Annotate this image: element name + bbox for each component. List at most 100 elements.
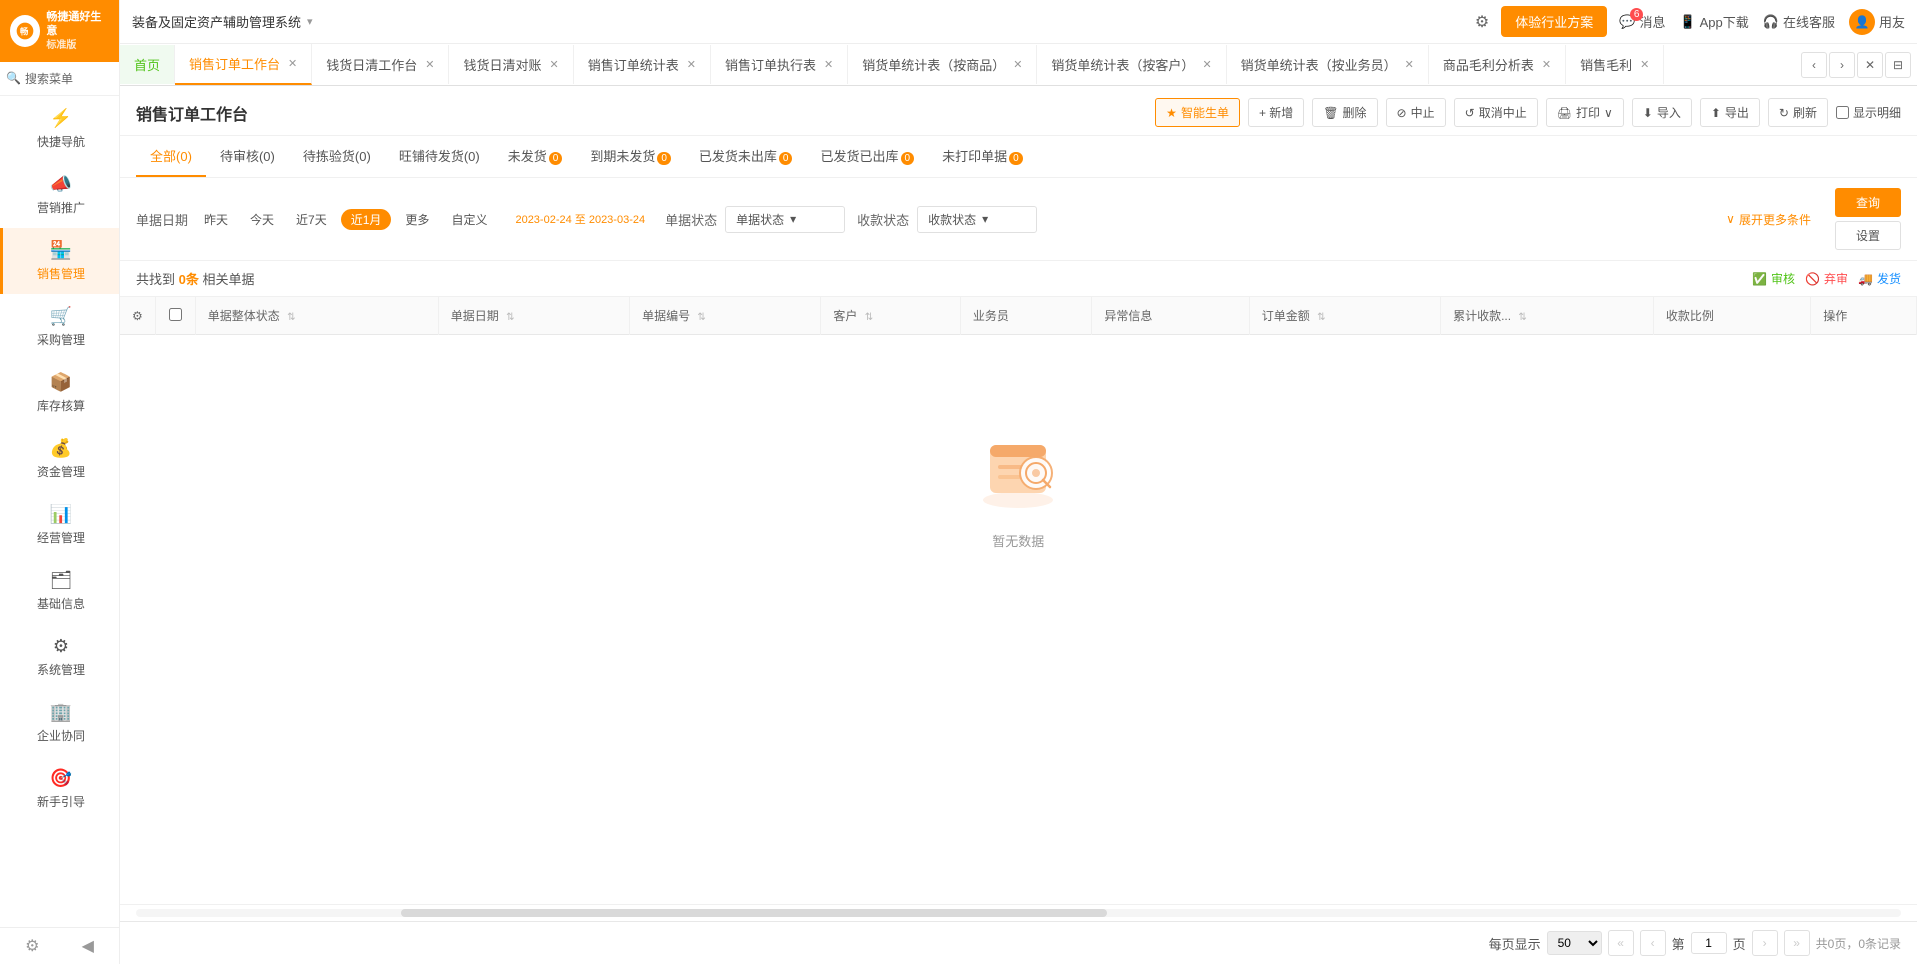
th-settings[interactable]: ⚙ [120, 297, 155, 335]
tab-home[interactable]: 首页 [120, 45, 175, 84]
sidebar-item-quick-nav[interactable]: ⚡ 快捷导航 [0, 96, 119, 162]
sort-icon[interactable]: ⇅ [865, 312, 873, 323]
subtab-not-printed[interactable]: 未打印单据0 [928, 136, 1037, 177]
tab-sales-gross[interactable]: 销售毛利 ✕ [1566, 45, 1664, 84]
sidebar-item-finance[interactable]: 💰 资金管理 [0, 426, 119, 492]
batch-ship-button[interactable]: 🚚 发货 [1858, 270, 1901, 287]
tab-close-icon[interactable]: ✕ [1405, 58, 1414, 71]
stop-button[interactable]: ⊘ 中止 [1386, 98, 1446, 127]
service-item[interactable]: 🎧 在线客服 [1763, 12, 1835, 31]
show-detail-checkbox-label[interactable]: 显示明细 [1836, 104, 1901, 121]
tab-cash-daily[interactable]: 钱货日清工作台 ✕ [312, 45, 449, 84]
tab-sale-stat-staff[interactable]: 销货单统计表（按业务员） ✕ [1227, 45, 1429, 84]
sidebar-item-marketing[interactable]: 📣 营销推广 [0, 162, 119, 228]
tab-prev-btn[interactable]: ‹ [1801, 52, 1827, 78]
page-size-select[interactable]: 10 20 50 100 [1547, 931, 1602, 955]
pagination-next-btn[interactable]: › [1752, 930, 1778, 956]
sort-icon[interactable]: ⇅ [1317, 312, 1325, 323]
filter-settings-button[interactable]: 设置 [1835, 221, 1901, 250]
tab-close-icon[interactable]: ✕ [824, 58, 833, 71]
cancel-stop-button[interactable]: ↺ 取消中止 [1454, 98, 1538, 127]
batch-cancel-review-button[interactable]: 🚫 弃审 [1805, 270, 1848, 287]
sort-icon[interactable]: ⇅ [506, 312, 514, 323]
message-item[interactable]: 💬 6 消息 [1619, 12, 1665, 31]
tab-sale-stat-product[interactable]: 销货单统计表（按商品） ✕ [848, 45, 1037, 84]
user-item[interactable]: 👤 用友 [1849, 9, 1905, 35]
pagination-prev-btn[interactable]: ‹ [1640, 930, 1666, 956]
delete-button[interactable]: 🗑 删除 [1312, 98, 1377, 127]
sidebar-item-enterprise[interactable]: 🏢 企业协同 [0, 690, 119, 756]
export-button[interactable]: ⬆ 导出 [1700, 98, 1760, 127]
show-detail-checkbox[interactable] [1836, 106, 1849, 119]
tab-close-icon[interactable]: ✕ [425, 58, 434, 71]
sidebar-item-inventory[interactable]: 📦 库存核算 [0, 360, 119, 426]
scrollbar-thumb[interactable] [401, 909, 1107, 917]
subtab-not-shipped[interactable]: 未发货0 [494, 136, 577, 177]
date-tag-yesterday[interactable]: 昨天 [196, 208, 236, 231]
date-tag-7days[interactable]: 近7天 [288, 208, 335, 231]
sidebar-item-system[interactable]: ⚙ 系统管理 [0, 624, 119, 690]
expand-filter-button[interactable]: ∨ 展开更多条件 [1726, 211, 1811, 228]
sidebar-item-purchase[interactable]: 🛒 采购管理 [0, 294, 119, 360]
tab-close-icon[interactable]: ✕ [288, 57, 297, 70]
tab-sale-stat-customer[interactable]: 销货单统计表（按客户） ✕ [1037, 45, 1226, 84]
query-button[interactable]: 查询 [1835, 188, 1901, 217]
batch-review-button[interactable]: ✅ 审核 [1752, 270, 1795, 287]
sort-icon[interactable]: ⇅ [287, 312, 295, 323]
pagination-last-btn[interactable]: » [1784, 930, 1810, 956]
add-button[interactable]: + 新增 [1248, 98, 1304, 127]
date-tag-custom[interactable]: 自定义 [443, 208, 495, 231]
print-button[interactable]: 🖨 打印 ∨ [1546, 98, 1624, 127]
th-checkbox[interactable] [155, 297, 195, 335]
app-download-item[interactable]: 📱 App下载 [1679, 12, 1748, 31]
sidebar-collapse-btn[interactable]: ◀ [82, 936, 94, 956]
tab-close-icon[interactable]: ✕ [1013, 58, 1022, 71]
tab-next-btn[interactable]: › [1829, 52, 1855, 78]
tab-close-icon[interactable]: ✕ [1640, 58, 1649, 71]
import-button[interactable]: ⬇ 导入 [1632, 98, 1692, 127]
subtab-pending-review[interactable]: 待审核(0) [206, 136, 289, 177]
pagination-first-btn[interactable]: « [1608, 930, 1634, 956]
subtab-shipped-not-out[interactable]: 已发货未出库0 [685, 136, 807, 177]
payment-filter-select[interactable]: 收款状态 ▾ [917, 206, 1037, 233]
sidebar-item-sales[interactable]: 🏪 销售管理 [0, 228, 119, 294]
tab-close-icon[interactable]: ✕ [687, 58, 696, 71]
topbar-settings-icon[interactable]: ⚙ [1475, 12, 1489, 32]
date-tag-more[interactable]: 更多 [397, 208, 437, 231]
logo-icon: 畅 [10, 15, 40, 47]
refresh-button[interactable]: ↻ 刷新 [1768, 98, 1828, 127]
subtab-pending-inspect[interactable]: 待拣验货(0) [289, 136, 385, 177]
date-tag-today[interactable]: 今天 [242, 208, 282, 231]
subtab-all[interactable]: 全部(0) [136, 136, 206, 177]
sort-icon[interactable]: ⇅ [697, 312, 705, 323]
tab-close-all-btn[interactable]: ✕ [1857, 52, 1883, 78]
tab-cash-reconcile[interactable]: 钱货日清对账 ✕ [449, 45, 573, 84]
tab-close-icon[interactable]: ✕ [1202, 58, 1211, 71]
subtab-wangpu-ship[interactable]: 旺铺待发货(0) [385, 136, 494, 177]
status-filter-select[interactable]: 单据状态 ▾ [725, 206, 845, 233]
subtab-shipped-out[interactable]: 已发货已出库0 [806, 136, 928, 177]
sidebar-item-guide[interactable]: 🎯 新手引导 [0, 756, 119, 822]
sidebar-item-operation[interactable]: 📊 经营管理 [0, 492, 119, 558]
page-input[interactable] [1691, 932, 1727, 954]
tab-sales-exec[interactable]: 销售订单执行表 ✕ [711, 45, 848, 84]
date-tag-1month[interactable]: 近1月 [341, 209, 392, 230]
sort-icon[interactable]: ⇅ [1518, 312, 1526, 323]
sidebar-search[interactable]: 🔍 搜索菜单 [0, 62, 119, 96]
tab-product-margin[interactable]: 商品毛利分析表 ✕ [1429, 45, 1566, 84]
tab-sales-stat[interactable]: 销售订单统计表 ✕ [574, 45, 711, 84]
sidebar-settings-btn[interactable]: ⚙ [25, 936, 39, 956]
horizontal-scrollbar[interactable] [136, 909, 1901, 917]
sidebar-item-base[interactable]: 🗂 基础信息 [0, 558, 119, 624]
plan-button[interactable]: 体验行业方案 [1501, 6, 1607, 37]
print-dropdown-icon[interactable]: ∨ [1604, 106, 1613, 120]
date-range-text[interactable]: 2023-02-24 至 2023-03-24 [507, 208, 653, 230]
tab-menu-btn[interactable]: ⊟ [1885, 52, 1911, 78]
select-all-checkbox[interactable] [169, 308, 182, 321]
tab-close-icon[interactable]: ✕ [550, 58, 559, 71]
tab-close-icon[interactable]: ✕ [1542, 58, 1551, 71]
smart-order-button[interactable]: ★ 智能生单 [1155, 98, 1240, 127]
subtab-overdue-not-ship[interactable]: 到期未发货0 [576, 136, 685, 177]
tab-sales-workbench[interactable]: 销售订单工作台 ✕ [175, 44, 312, 85]
system-dropdown-arrow[interactable]: ▾ [307, 15, 313, 28]
